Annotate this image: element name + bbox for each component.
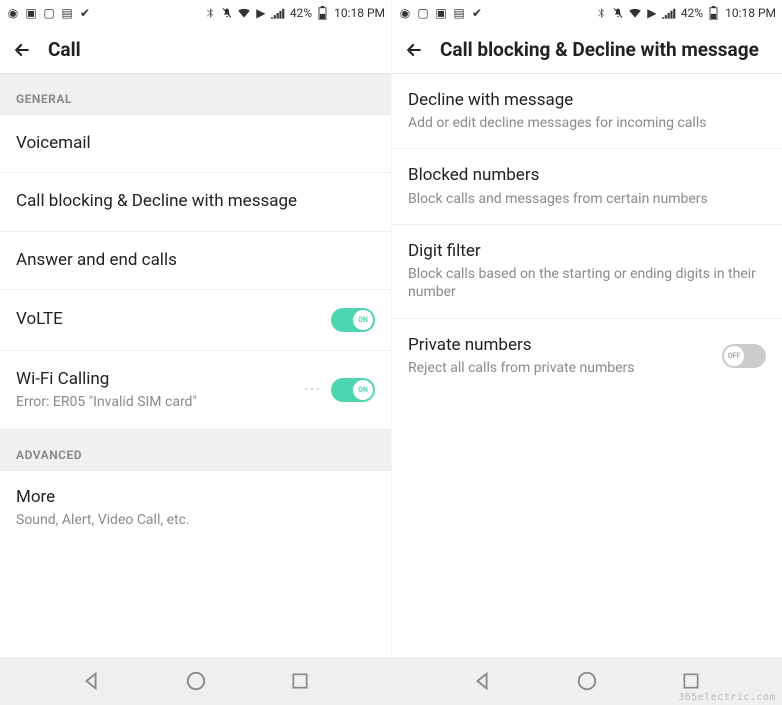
item-volte[interactable]: VoLTE ON — [0, 290, 391, 351]
recent-button[interactable] — [677, 667, 705, 695]
item-call-blocking[interactable]: Call blocking & Decline with message — [0, 173, 391, 231]
status-left-icons: ◉ ▣ ▢ ▤ ✔ — [6, 6, 92, 20]
status-left-icons: ◉ ▢ ▣ ▤ ✔ — [398, 6, 484, 20]
mute-icon — [220, 6, 234, 20]
battery-icon — [315, 6, 329, 20]
home-button[interactable] — [573, 667, 601, 695]
more-icon[interactable]: ⋯ — [295, 379, 331, 400]
item-sub: Reject all calls from private numbers — [408, 359, 722, 377]
navigation-bar — [0, 657, 782, 705]
settings-list: GENERAL Voicemail Call blocking & Declin… — [0, 74, 391, 705]
item-title: Answer and end calls — [16, 250, 375, 271]
app-bar: Call — [0, 26, 391, 74]
nav-left — [0, 657, 391, 705]
item-sub: Error: ER05 "Invalid SIM card" — [16, 393, 295, 411]
item-title: Voicemail — [16, 133, 375, 154]
item-voicemail[interactable]: Voicemail — [0, 115, 391, 173]
item-title: Call blocking & Decline with message — [16, 191, 375, 212]
back-arrow-icon[interactable] — [404, 40, 424, 60]
wifi-icon — [628, 6, 642, 20]
gallery-icon: ▣ — [434, 6, 448, 20]
settings-list: Decline with message Add or edit decline… — [392, 74, 782, 705]
item-title: Digit filter — [408, 241, 766, 262]
item-title: Private numbers — [408, 335, 722, 356]
section-advanced: ADVANCED — [0, 430, 391, 471]
watermark: 365electric.com — [678, 692, 776, 703]
status-bar: ◉ ▢ ▣ ▤ ✔ ▶ 42% 10:18 PM — [392, 0, 782, 26]
item-private-numbers[interactable]: Private numbers Reject all calls from pr… — [392, 319, 782, 393]
item-title: Wi-Fi Calling — [16, 369, 295, 390]
bluetooth-icon — [594, 6, 608, 20]
item-sub: Block calls based on the starting or end… — [408, 265, 766, 301]
gallery-icon: ▣ — [24, 6, 38, 20]
item-sub: Sound, Alert, Video Call, etc. — [16, 511, 375, 529]
notif-icon: ◉ — [6, 6, 20, 20]
page-title: Call — [48, 38, 81, 61]
recent-button[interactable] — [286, 667, 314, 695]
clipboard-icon: ▤ — [452, 6, 466, 20]
battery-percent: 42% — [290, 6, 312, 20]
section-general: GENERAL — [0, 74, 391, 115]
volte-toggle[interactable]: ON — [331, 308, 375, 332]
wifi-icon — [237, 6, 251, 20]
private-numbers-toggle[interactable]: OFF — [722, 344, 766, 368]
chat-icon: ▢ — [42, 6, 56, 20]
battery-percent: 42% — [681, 6, 703, 20]
item-decline-message[interactable]: Decline with message Add or edit decline… — [392, 74, 782, 149]
app-bar: Call blocking & Decline with message — [392, 26, 782, 74]
mute-icon — [611, 6, 625, 20]
data-icon: ▶ — [645, 6, 659, 20]
toggle-knob: ON — [353, 380, 373, 400]
item-title: VoLTE — [16, 309, 331, 330]
item-sub: Add or edit decline messages for incomin… — [408, 114, 766, 132]
clipboard-icon: ▤ — [60, 6, 74, 20]
item-blocked-numbers[interactable]: Blocked numbers Block calls and messages… — [392, 149, 782, 224]
clock: 10:18 PM — [334, 6, 385, 20]
item-title: Decline with message — [408, 90, 766, 111]
left-phone: ◉ ▣ ▢ ▤ ✔ ▶ 42% 10:18 PM — [0, 0, 391, 705]
notif-icon: ◉ — [398, 6, 412, 20]
battery-icon — [706, 6, 720, 20]
data-icon: ▶ — [254, 6, 268, 20]
item-wifi-calling[interactable]: Wi-Fi Calling Error: ER05 "Invalid SIM c… — [0, 351, 391, 430]
item-more[interactable]: More Sound, Alert, Video Call, etc. — [0, 471, 391, 545]
status-bar: ◉ ▣ ▢ ▤ ✔ ▶ 42% 10:18 PM — [0, 0, 391, 26]
toggle-knob: ON — [353, 310, 373, 330]
item-answer-end[interactable]: Answer and end calls — [0, 232, 391, 290]
check-icon: ✔ — [78, 6, 92, 20]
back-button[interactable] — [77, 667, 105, 695]
right-phone: ◉ ▢ ▣ ▤ ✔ ▶ 42% 10:18 PM — [391, 0, 782, 705]
clock: 10:18 PM — [725, 6, 776, 20]
signal-icon — [662, 6, 676, 20]
back-button[interactable] — [468, 667, 496, 695]
status-right-icons: ▶ 42% 10:18 PM — [203, 6, 385, 20]
back-arrow-icon[interactable] — [12, 40, 32, 60]
item-title: Blocked numbers — [408, 165, 766, 186]
check-icon: ✔ — [470, 6, 484, 20]
item-title: More — [16, 487, 375, 508]
wifi-calling-toggle[interactable]: ON — [331, 378, 375, 402]
chat-icon: ▢ — [416, 6, 430, 20]
bluetooth-icon — [203, 6, 217, 20]
item-sub: Block calls and messages from certain nu… — [408, 190, 766, 208]
home-button[interactable] — [182, 667, 210, 695]
page-title: Call blocking & Decline with message — [440, 38, 759, 61]
signal-icon — [271, 6, 285, 20]
toggle-knob: OFF — [724, 346, 744, 366]
item-digit-filter[interactable]: Digit filter Block calls based on the st… — [392, 225, 782, 319]
status-right-icons: ▶ 42% 10:18 PM — [594, 6, 776, 20]
